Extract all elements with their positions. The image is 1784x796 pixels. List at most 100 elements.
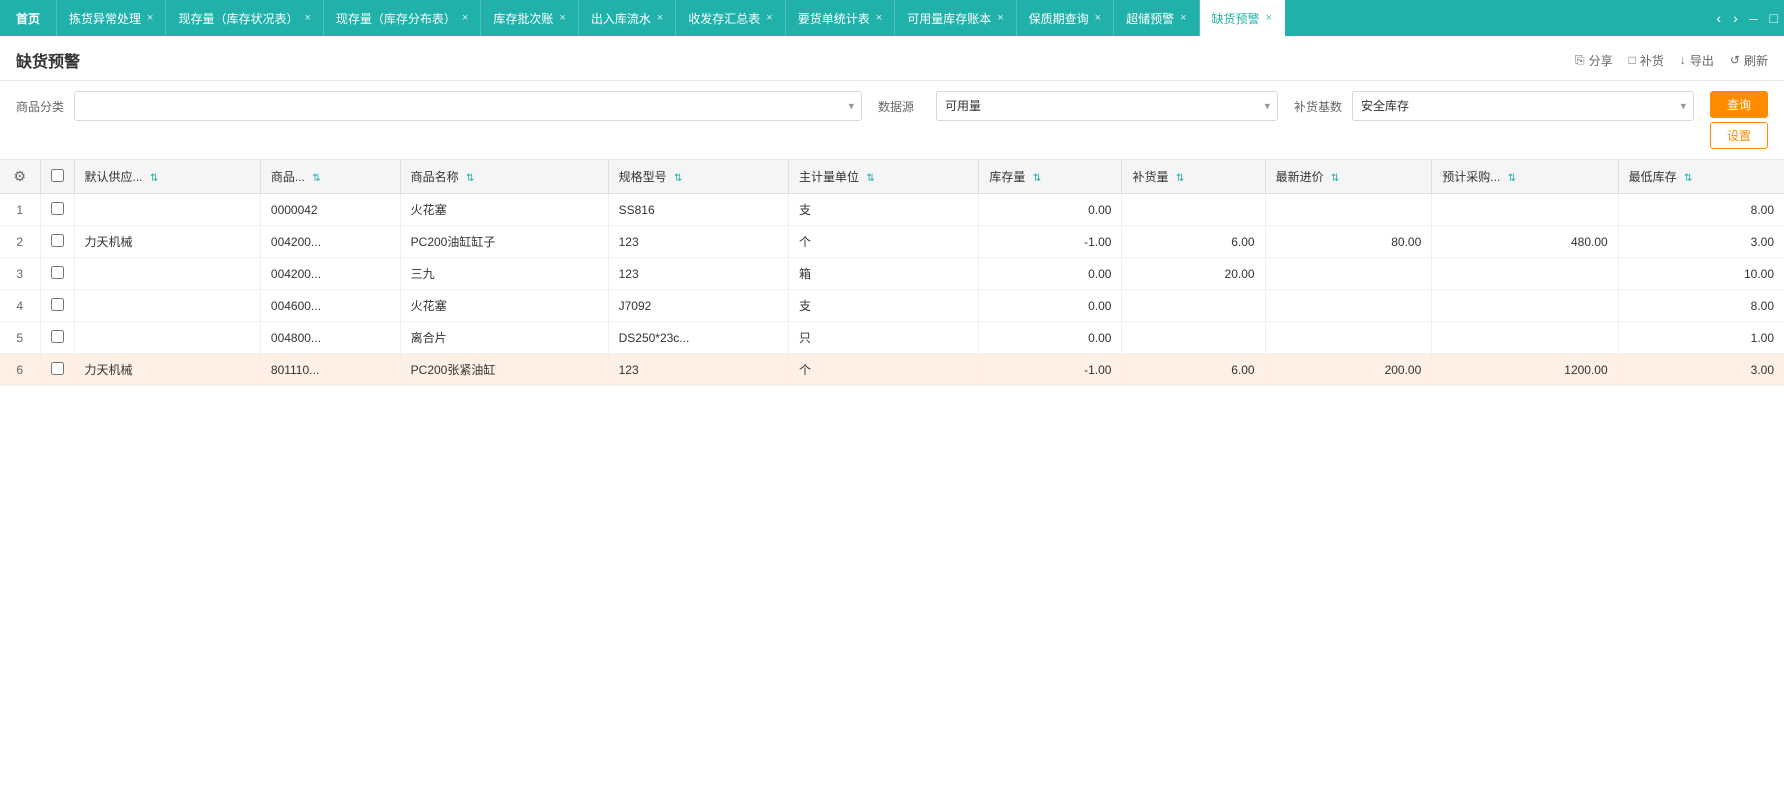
tab-maximize-button[interactable]: □: [1764, 0, 1784, 36]
col-price-header[interactable]: 最新进价 ⇅: [1265, 160, 1432, 194]
cell-est-purchase-6: 1200.00: [1432, 354, 1618, 386]
tab-overstock[interactable]: 超储预警×: [1114, 0, 1199, 36]
price-sort-icon: ⇅: [1331, 173, 1339, 184]
select-all-checkbox[interactable]: [51, 169, 64, 182]
cell-replenish-6: 6.00: [1122, 354, 1265, 386]
cell-supplier-5: [74, 322, 260, 354]
replenish-base-label: 补货基数: [1294, 98, 1344, 115]
col-est-header[interactable]: 预计采购... ⇅: [1432, 160, 1618, 194]
row-checkbox-3[interactable]: [51, 266, 64, 279]
row-num-6: 6: [0, 354, 40, 386]
settings-button[interactable]: 设置: [1710, 122, 1768, 149]
cell-price-3: [1265, 258, 1432, 290]
cell-est-purchase-4: [1432, 290, 1618, 322]
tab-next-button[interactable]: ›: [1727, 0, 1744, 36]
col-replenish-header[interactable]: 补货量 ⇅: [1122, 160, 1265, 194]
col-price-label: 最新进价: [1276, 170, 1324, 184]
col-est-label: 预计采购...: [1442, 170, 1500, 184]
cell-unit-5: 只: [789, 322, 979, 354]
tab-home[interactable]: 首页: [0, 0, 57, 36]
row-checkbox-5[interactable]: [51, 330, 64, 343]
category-select[interactable]: [74, 91, 862, 121]
row-num-4: 4: [0, 290, 40, 322]
tab-close-shortage[interactable]: ×: [1266, 12, 1272, 24]
cell-min-stock-5: 1.00: [1618, 322, 1784, 354]
query-button[interactable]: 查询: [1710, 91, 1768, 118]
export-button[interactable]: ↓ 导出: [1680, 52, 1714, 69]
refresh-button[interactable]: ↺ 刷新: [1730, 52, 1768, 69]
tab-label-expiry: 保质期查询: [1029, 10, 1089, 27]
tab-close-inventory-dist[interactable]: ×: [462, 12, 468, 24]
share-button[interactable]: ⎘ 分享: [1575, 52, 1613, 69]
cell-stock-2: -1.00: [979, 226, 1122, 258]
header-actions: ⎘ 分享 □ 补货 ↓ 导出 ↺ 刷新: [1575, 52, 1768, 69]
row-num-1: 1: [0, 194, 40, 226]
col-replenish-label: 补货量: [1132, 170, 1168, 184]
col-sku-header[interactable]: 商品... ⇅: [260, 160, 400, 194]
tab-close-order-stats[interactable]: ×: [876, 12, 882, 24]
cell-unit-4: 支: [789, 290, 979, 322]
cell-price-1: [1265, 194, 1432, 226]
cell-replenish-5: [1122, 322, 1265, 354]
col-name-header[interactable]: 商品名称 ⇅: [400, 160, 608, 194]
category-select-wrap: ▾: [74, 91, 862, 121]
tab-order-stats[interactable]: 要货单统计表×: [786, 0, 895, 36]
export-icon: ↓: [1680, 53, 1686, 67]
tab-minimize-button[interactable]: –: [1744, 0, 1764, 36]
tab-exception[interactable]: 拣货异常处理×: [57, 0, 166, 36]
col-spec-header[interactable]: 规格型号 ⇅: [608, 160, 788, 194]
replenish-base-select[interactable]: 安全库存 最低库存: [1352, 91, 1694, 121]
replenish-button[interactable]: □ 补货: [1629, 52, 1664, 69]
sku-sort-icon: ⇅: [312, 173, 320, 184]
cell-name-5: 离合片: [400, 322, 608, 354]
col-supplier-header[interactable]: 默认供应... ⇅: [74, 160, 260, 194]
col-supplier-label: 默认供应...: [85, 170, 143, 184]
tab-shortage[interactable]: 缺货预警×: [1200, 0, 1285, 36]
tab-prev-button[interactable]: ‹: [1710, 0, 1727, 36]
main-table: ⚙ 默认供应... ⇅ 商品... ⇅ 商品名称 ⇅: [0, 160, 1784, 386]
stock-sort-icon: ⇅: [1033, 173, 1041, 184]
cell-name-2: PC200油缸缸子: [400, 226, 608, 258]
page-header: 缺货预警 ⎘ 分享 □ 补货 ↓ 导出 ↺ 刷新: [0, 36, 1784, 81]
filter-action-buttons: 查询 设置: [1710, 91, 1768, 149]
col-stock-label: 库存量: [989, 170, 1025, 184]
row-check-3: [40, 258, 74, 290]
cell-min-stock-2: 3.00: [1618, 226, 1784, 258]
tab-close-batch[interactable]: ×: [559, 12, 565, 24]
datasource-select-wrap: 可用量 库存量 ▾: [936, 91, 1278, 121]
col-unit-header[interactable]: 主计量单位 ⇅: [789, 160, 979, 194]
tab-close-overstock[interactable]: ×: [1180, 12, 1186, 24]
unit-sort-icon: ⇅: [866, 173, 874, 184]
cell-unit-1: 支: [789, 194, 979, 226]
tab-close-exception[interactable]: ×: [147, 12, 153, 24]
row-checkbox-6[interactable]: [51, 362, 64, 375]
tab-batch[interactable]: 库存批次账×: [481, 0, 578, 36]
est-sort-icon: ⇅: [1508, 173, 1516, 184]
replenish-icon: □: [1629, 53, 1636, 67]
row-checkbox-1[interactable]: [51, 202, 64, 215]
datasource-select[interactable]: 可用量 库存量: [936, 91, 1278, 121]
cell-sku-1: 0000042: [260, 194, 400, 226]
tab-inventory-status[interactable]: 现存量（库存状况表）×: [166, 0, 323, 36]
table-gear-icon[interactable]: ⚙: [13, 168, 26, 184]
row-checkbox-4[interactable]: [51, 298, 64, 311]
tab-inventory-dist[interactable]: 现存量（库存分布表）×: [324, 0, 481, 36]
tab-inout-flow[interactable]: 出入库流水×: [579, 0, 676, 36]
tab-close-inventory-status[interactable]: ×: [304, 12, 310, 24]
col-settings[interactable]: ⚙: [0, 160, 40, 194]
tab-close-receipt-summary[interactable]: ×: [766, 12, 772, 24]
tab-expiry[interactable]: 保质期查询 ×: [1017, 0, 1114, 36]
tab-receipt-summary[interactable]: 收发存汇总表×: [676, 0, 785, 36]
share-icon: ⎘: [1575, 53, 1585, 68]
cell-sku-6: 801110...: [260, 354, 400, 386]
tab-close-available-ledger[interactable]: ×: [997, 12, 1003, 24]
cell-unit-6: 个: [789, 354, 979, 386]
tab-available-ledger[interactable]: 可用量库存账本×: [895, 0, 1016, 36]
row-checkbox-2[interactable]: [51, 234, 64, 247]
tab-close-inout-flow[interactable]: ×: [657, 12, 663, 24]
tab-close-expiry[interactable]: ×: [1095, 12, 1101, 24]
row-num-5: 5: [0, 322, 40, 354]
col-stock-header[interactable]: 库存量 ⇅: [979, 160, 1122, 194]
col-minstock-header[interactable]: 最低库存 ⇅: [1618, 160, 1784, 194]
col-check: [40, 160, 74, 194]
